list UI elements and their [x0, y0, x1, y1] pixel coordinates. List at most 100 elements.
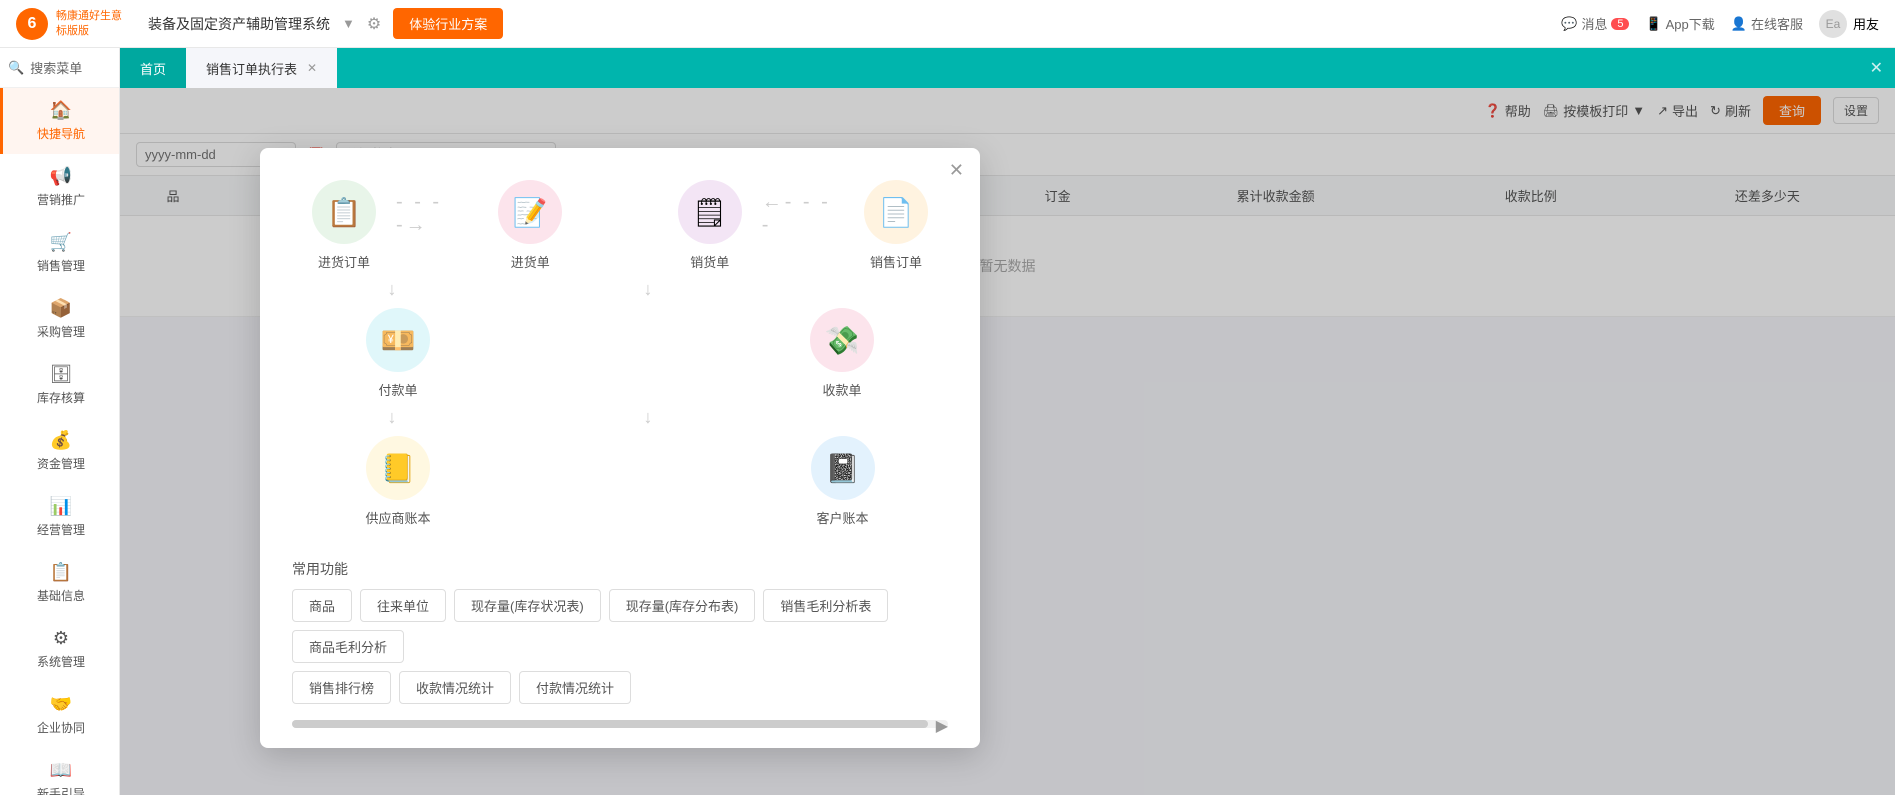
- finance-icon: 💰: [50, 430, 72, 451]
- sales-order-circle: 📄: [864, 180, 928, 244]
- message-button[interactable]: 💬 消息 5: [1561, 14, 1629, 33]
- search-menu-button[interactable]: 🔍 搜索菜单: [0, 48, 119, 88]
- flow-node-supplier-ledger[interactable]: 📒 供应商账本: [365, 436, 430, 527]
- marketing-icon: 📢: [50, 166, 72, 187]
- flow-node-payment-slip[interactable]: 💴 付款单: [366, 308, 430, 399]
- payment-slip-circle: 💴: [366, 308, 430, 372]
- flow-node-sales-order[interactable]: 📄 销售订单: [864, 180, 928, 271]
- tab-close-icon[interactable]: ✕: [307, 61, 317, 75]
- sidebar: 🔍 搜索菜单 🏠 快捷导航 📢 营销推广 🛒 销售管理 📦 采购管理 🗄: [0, 48, 120, 795]
- flow-node-sales-receipt[interactable]: 🗒 销货单: [678, 180, 742, 271]
- func-btn-partner[interactable]: 往来单位: [360, 589, 446, 622]
- sidebar-item-finance[interactable]: 💰 资金管理: [0, 418, 119, 484]
- sales-receipt-circle: 🗒: [678, 180, 742, 244]
- supplier-ledger-circle: 📒: [366, 436, 430, 500]
- flow-diagram: 📋 进货订单 - - - -→ 📝 进货单: [292, 172, 948, 535]
- receipt-slip-label: 收款单: [822, 380, 861, 399]
- purchase-order-circle: 📋: [312, 180, 376, 244]
- modal-overlay[interactable]: ✕ 📋 进货订单: [120, 88, 1895, 795]
- purchase-receipt-circle: 📝: [498, 180, 562, 244]
- scrollbar-thumb: [292, 720, 928, 728]
- message-badge: 5: [1611, 18, 1629, 30]
- arrow-2: ←- - - -: [762, 191, 844, 237]
- arrow-row-2: ↓ ↓: [292, 407, 948, 428]
- sidebar-item-quick-nav[interactable]: 🏠 快捷导航: [0, 88, 119, 154]
- func-btn-stock-status[interactable]: 现存量(库存状况表): [454, 589, 601, 622]
- flow-top-row: 📋 进货订单 - - - -→ 📝 进货单: [292, 172, 948, 279]
- receipt-slip-circle: 💸: [810, 308, 874, 372]
- online-service-button[interactable]: 👤 在线客服: [1731, 14, 1803, 33]
- home-icon: 🏠: [50, 100, 72, 121]
- customer-ledger-label: 客户账本: [816, 508, 868, 527]
- basics-icon: 📋: [50, 562, 72, 583]
- sidebar-item-inventory[interactable]: 🗄 库存核算: [0, 352, 119, 418]
- flow-node-purchase-receipt[interactable]: 📝 进货单: [498, 180, 562, 271]
- customer-ledger-circle: 📓: [811, 436, 875, 500]
- sales-receipt-label: 销货单: [690, 252, 729, 271]
- tab-bar: 首页 销售订单执行表 ✕ ✕: [120, 48, 1895, 88]
- function-buttons-row2: 销售排行榜 收款情况统计 付款情况统计: [292, 671, 948, 704]
- flow-bottom-row: 📒 供应商账本 📓 客户账本: [345, 428, 894, 535]
- content-area: 首页 销售订单执行表 ✕ ✕ ❓ 帮助 🖨: [120, 48, 1895, 795]
- arrow-down-2: ↓: [548, 279, 748, 300]
- func-btn-sales-gross-analysis[interactable]: 销售毛利分析表: [763, 589, 888, 622]
- func-btn-receipt-stats[interactable]: 收款情况统计: [399, 671, 511, 704]
- sidebar-item-operations[interactable]: 📊 经营管理: [0, 484, 119, 550]
- func-btn-sales-ranking[interactable]: 销售排行榜: [292, 671, 391, 704]
- sales-order-label: 销售订单: [870, 252, 922, 271]
- dropdown-icon[interactable]: ▼: [342, 16, 355, 31]
- modal-scrollbar[interactable]: ▶: [292, 720, 948, 728]
- sidebar-item-newbie[interactable]: 📖 新手引导: [0, 748, 119, 795]
- func-btn-product[interactable]: 商品: [292, 589, 352, 622]
- flow-node-receipt-slip[interactable]: 💸 收款单: [810, 308, 874, 399]
- logo-area: 6 畅康通好生意 标版版: [16, 8, 136, 40]
- purchase-icon: 📦: [50, 298, 72, 319]
- close-all-button[interactable]: ✕: [1858, 48, 1895, 88]
- func-btn-payment-stats[interactable]: 付款情况统计: [519, 671, 631, 704]
- sidebar-item-basics[interactable]: 📋 基础信息: [0, 550, 119, 616]
- avatar: Ea: [1819, 10, 1847, 38]
- flow-node-customer-ledger[interactable]: 📓 客户账本: [811, 436, 875, 527]
- sidebar-item-sales[interactable]: 🛒 销售管理: [0, 220, 119, 286]
- spacer5: [748, 407, 948, 428]
- purchase-order-label: 进货订单: [318, 252, 370, 271]
- common-functions-section: 常用功能 商品 往来单位 现存量(库存状况表) 现存量(库存分布表) 销售毛利分…: [292, 559, 948, 704]
- modal-box: ✕ 📋 进货订单: [260, 148, 980, 748]
- try-plan-button[interactable]: 体验行业方案: [393, 8, 503, 39]
- top-bar-actions: 💬 消息 5 📱 App下载 👤 在线客服 Ea 用友: [1561, 10, 1879, 38]
- system-icon: ⚙: [53, 628, 69, 649]
- settings-icon[interactable]: ⚙: [367, 14, 381, 34]
- message-icon: 💬: [1561, 16, 1577, 32]
- arrow-down-3: ↓: [292, 407, 492, 428]
- scroll-right-arrow[interactable]: ▶: [936, 716, 948, 736]
- inventory-icon: 🗄: [50, 364, 73, 385]
- spacer4: [492, 407, 548, 428]
- sidebar-item-marketing[interactable]: 📢 营销推广: [0, 154, 119, 220]
- service-icon: 👤: [1731, 16, 1747, 32]
- logo-icon: 6: [16, 8, 48, 40]
- user-area[interactable]: Ea 用友: [1819, 10, 1879, 38]
- logo-text: 畅康通好生意 标版版: [56, 9, 122, 38]
- main-content: 🔍 搜索菜单 🏠 快捷导航 📢 营销推广 🛒 销售管理 📦 采购管理 🗄: [0, 48, 1895, 795]
- flow-mid-row: 💴 付款单 💸 收款单: [346, 300, 894, 407]
- sidebar-item-purchase[interactable]: 📦 采购管理: [0, 286, 119, 352]
- tab-sales-order-exec[interactable]: 销售订单执行表 ✕: [186, 48, 337, 88]
- sales-icon: 🛒: [50, 232, 72, 253]
- common-functions-title: 常用功能: [292, 559, 948, 579]
- download-icon: 📱: [1645, 16, 1661, 32]
- spacer2: [492, 279, 548, 300]
- app-wrapper: 6 畅康通好生意 标版版 装备及固定资产辅助管理系统 ▼ ⚙ 体验行业方案 💬 …: [0, 0, 1895, 795]
- flow-node-purchase-order[interactable]: 📋 进货订单: [312, 180, 376, 271]
- modal-close-button[interactable]: ✕: [949, 160, 964, 181]
- page-content: ❓ 帮助 🖨 按模板打印 ▼ ↗ 导出 ↻ 刷新: [120, 88, 1895, 795]
- app-download-button[interactable]: 📱 App下载: [1645, 14, 1714, 33]
- func-btn-stock-dist[interactable]: 现存量(库存分布表): [609, 589, 756, 622]
- func-btn-product-gross-analysis[interactable]: 商品毛利分析: [292, 630, 404, 663]
- sidebar-item-enterprise[interactable]: 🤝 企业协同: [0, 682, 119, 748]
- system-title: 装备及固定资产辅助管理系统: [148, 14, 330, 34]
- tab-home[interactable]: 首页: [120, 48, 186, 88]
- sidebar-item-system[interactable]: ⚙ 系统管理: [0, 616, 119, 682]
- spacer3: [748, 279, 948, 300]
- purchase-receipt-label: 进货单: [511, 252, 550, 271]
- supplier-ledger-label: 供应商账本: [365, 508, 430, 527]
